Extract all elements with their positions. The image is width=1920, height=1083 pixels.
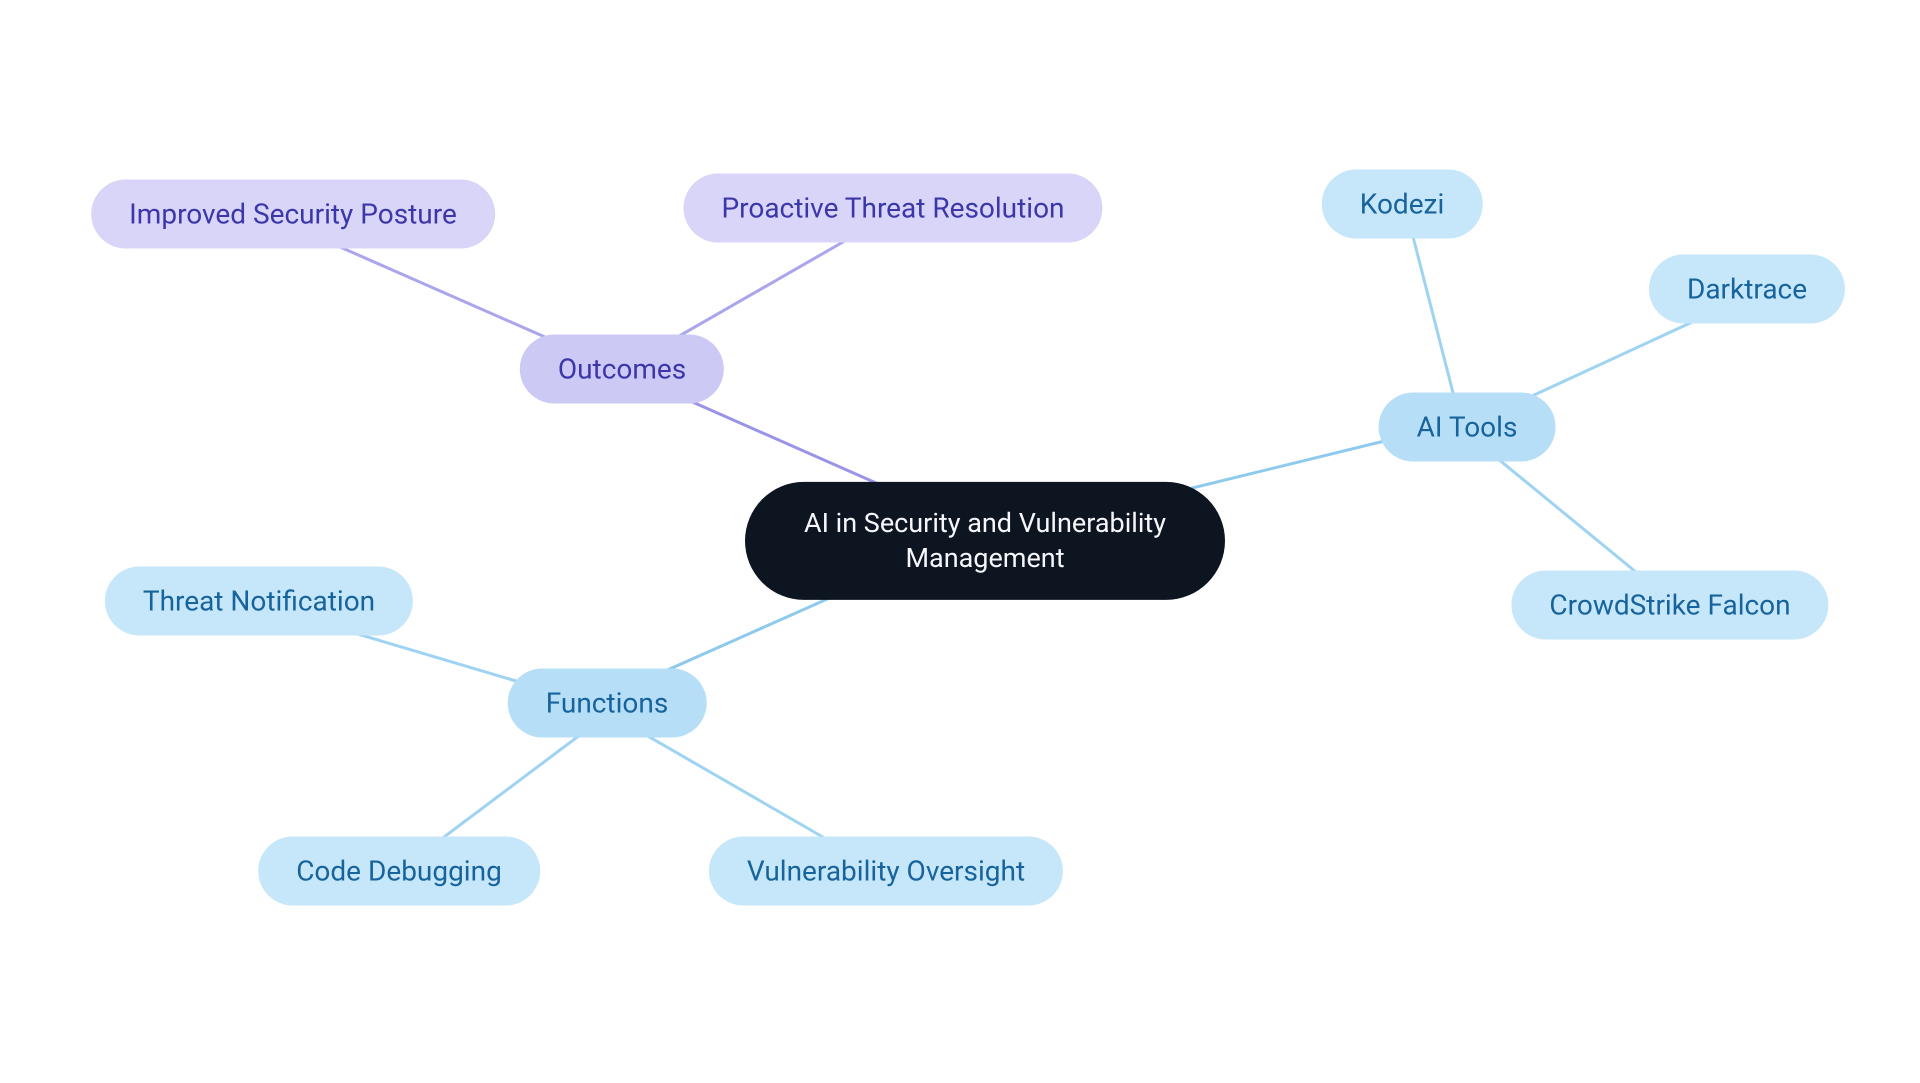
node-kodezi[interactable]: Kodezi <box>1322 170 1483 239</box>
node-darktrace[interactable]: Darktrace <box>1649 255 1845 324</box>
node-ai-tools[interactable]: AI Tools <box>1379 393 1556 462</box>
node-proactive-threat-resolution[interactable]: Proactive Threat Resolution <box>683 174 1102 243</box>
node-center[interactable]: AI in Security and Vulnerability Managem… <box>745 482 1225 600</box>
mindmap-canvas: AI in Security and Vulnerability Managem… <box>0 0 1920 1083</box>
node-threat-notification[interactable]: Threat Notification <box>105 567 413 636</box>
node-crowdstrike-falcon[interactable]: CrowdStrike Falcon <box>1511 571 1828 640</box>
node-vulnerability-oversight[interactable]: Vulnerability Oversight <box>709 837 1063 906</box>
node-outcomes[interactable]: Outcomes <box>520 335 724 404</box>
node-code-debugging[interactable]: Code Debugging <box>258 837 540 906</box>
node-improved-security-posture[interactable]: Improved Security Posture <box>91 180 495 249</box>
node-functions[interactable]: Functions <box>508 669 707 738</box>
